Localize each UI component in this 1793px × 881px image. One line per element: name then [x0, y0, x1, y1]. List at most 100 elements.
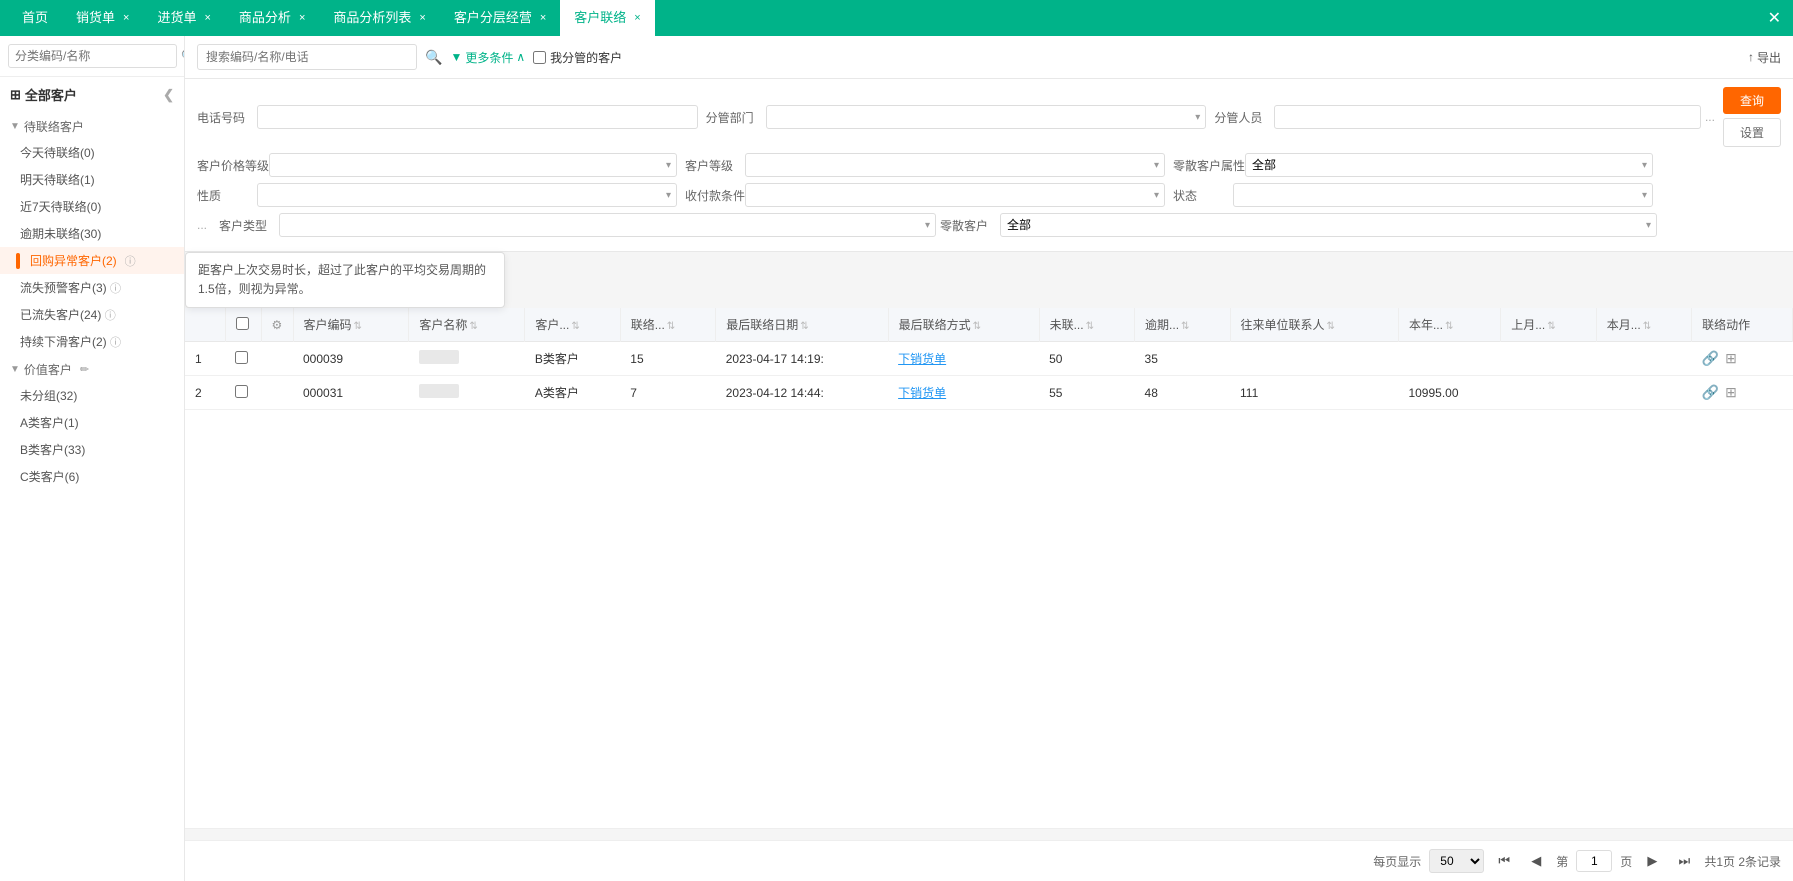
nav-customer-contact[interactable]: 客户联络 × [560, 0, 654, 36]
filter-retail-customer-select[interactable]: 全部 [1000, 213, 1657, 237]
nav-sales-close[interactable]: × [123, 0, 129, 36]
sidebar-search-input[interactable] [8, 44, 177, 68]
filter-manager-label: 分管人员 [1214, 109, 1274, 126]
table-settings-icon[interactable]: ⚙ [272, 318, 283, 332]
nav-customer-segment-close[interactable]: × [540, 0, 546, 36]
filter-payment-select[interactable] [745, 183, 1165, 207]
col-contact: 联络...⇅ [620, 308, 715, 342]
contact-method-link-1[interactable]: 下销货单 [898, 352, 946, 366]
cell-overdue-1: 35 [1135, 342, 1230, 376]
filter-customer-type-field: 客户类型 ▾ [219, 213, 936, 237]
last-page-btn[interactable]: ⏭ [1672, 849, 1696, 873]
sort-icon-method[interactable]: ⇅ [973, 321, 981, 332]
filter-row-3: 性质 ▾ 收付款条件 ▾ 状态 [197, 183, 1781, 207]
sidebar-item-class-b[interactable]: B类客户(33) [0, 436, 184, 463]
more-conditions-btn[interactable]: ▼ 更多条件 ∧ [450, 49, 525, 66]
sidebar-item-7days-contact[interactable]: 近7天待联络(0) [0, 193, 184, 220]
row-checkbox-1[interactable] [235, 351, 248, 364]
settings-button[interactable]: 设置 [1723, 118, 1781, 147]
sort-icon-date[interactable]: ⇅ [800, 321, 808, 332]
sort-icon-uncontacted[interactable]: ⇅ [1086, 321, 1094, 332]
cell-contact-2: 7 [620, 376, 715, 410]
cell-last-month-2 [1501, 376, 1596, 410]
nav-sales[interactable]: 销货单 × [62, 0, 143, 36]
cell-code-2: 000031 [293, 376, 409, 410]
export-icon: ↑ [1748, 50, 1754, 64]
more-icon[interactable]: ... [1705, 110, 1715, 124]
search-input[interactable] [197, 44, 417, 70]
sidebar-group-pending-contact[interactable]: ▼ 待联络客户 [0, 112, 184, 139]
col-name: 客户名称⇅ [409, 308, 525, 342]
link-icon-2[interactable]: 🔗 [1702, 384, 1719, 401]
edit-icon[interactable]: ✏ [80, 363, 89, 376]
prev-page-btn[interactable]: ◀ [1524, 849, 1548, 873]
nav-goods-analysis-list[interactable]: 商品分析列表 × [319, 0, 439, 36]
nav-purchase[interactable]: 进货单 × [143, 0, 224, 36]
filter-dept-select[interactable] [766, 105, 1207, 129]
filter-customer-type-select[interactable] [279, 213, 936, 237]
sidebar-item-today-contact[interactable]: 今天待联络(0) [0, 139, 184, 166]
sort-icon-overdue[interactable]: ⇅ [1181, 321, 1189, 332]
contact-method-link-2[interactable]: 下销货单 [898, 386, 946, 400]
sidebar-item-tomorrow-contact[interactable]: 明天待联络(1) [0, 166, 184, 193]
sort-icon-contact[interactable]: ⇅ [667, 321, 675, 332]
next-page-btn[interactable]: ▶ [1640, 849, 1664, 873]
sidebar-item-overdue-contact[interactable]: 逾期未联络(30) [0, 220, 184, 247]
sidebar-item-ungroup[interactable]: 未分组(32) [0, 382, 184, 409]
contact-icon-1[interactable]: ⊞ [1725, 350, 1737, 367]
filter-price-level-select[interactable] [269, 153, 677, 177]
more-dots[interactable]: ... [197, 218, 207, 232]
filter-manager-input[interactable] [1274, 105, 1701, 129]
sidebar-item-class-c[interactable]: C类客户(6) [0, 463, 184, 490]
sort-icon-name[interactable]: ⇅ [469, 321, 477, 332]
nav-customer-contact-close[interactable]: × [634, 0, 640, 36]
cell-last-month-1 [1501, 342, 1596, 376]
contact-icon-2[interactable]: ⊞ [1725, 384, 1737, 401]
nav-home[interactable]: 首页 [8, 0, 62, 36]
filter-gender-select[interactable] [257, 183, 677, 207]
sidebar-all-customers-header[interactable]: ⊞ 全部客户 ❮ [0, 77, 184, 112]
sidebar-item-repurchase-abnormal[interactable]: 回购异常客户(2) ⓘ [0, 247, 184, 274]
sidebar-item-declining[interactable]: 持续下滑客户(2) ⓘ [0, 328, 184, 355]
cell-uncontacted-1: 50 [1039, 342, 1134, 376]
sort-icon-last-month[interactable]: ⇅ [1547, 321, 1555, 332]
row-checkbox-2[interactable] [235, 385, 248, 398]
query-button[interactable]: 查询 [1723, 87, 1781, 114]
filter-phone-input[interactable] [257, 105, 698, 129]
filter-retail-attr-select[interactable]: 全部 [1245, 153, 1653, 177]
export-btn[interactable]: ↑ 导出 [1748, 49, 1781, 66]
page-size-select[interactable]: 50 20 100 [1429, 849, 1484, 873]
sidebar-collapse-icon[interactable]: ❮ [163, 87, 174, 103]
filter-status-select[interactable] [1233, 183, 1653, 207]
filter-customer-level-select[interactable] [745, 153, 1165, 177]
select-all-checkbox[interactable] [236, 317, 249, 330]
filter-customer-type-label: 客户类型 [219, 217, 279, 234]
nav-goods-analysis-list-close[interactable]: × [419, 0, 425, 36]
sidebar-item-churn-warning[interactable]: 流失预警客户(3) ⓘ [0, 274, 184, 301]
nav-purchase-close[interactable]: × [204, 0, 210, 36]
nav-goods-analysis[interactable]: 商品分析 × [225, 0, 319, 36]
first-page-btn[interactable]: ⏮ [1492, 849, 1516, 873]
horizontal-scrollbar[interactable] [185, 828, 1793, 840]
page-input[interactable] [1576, 850, 1612, 872]
page-suffix-label: 页 [1620, 853, 1632, 870]
sidebar-item-churned[interactable]: 已流失客户(24) ⓘ [0, 301, 184, 328]
nav-goods-analysis-close[interactable]: × [299, 0, 305, 36]
col-settings: ⚙ [261, 308, 293, 342]
sort-icon-unit[interactable]: ⇅ [1327, 321, 1335, 332]
link-icon-1[interactable]: 🔗 [1702, 350, 1719, 367]
sort-icon-type[interactable]: ⇅ [571, 321, 579, 332]
sidebar-group-value-customer[interactable]: ▼ 价值客户 ✏ [0, 355, 184, 382]
app-close-button[interactable]: ✕ [1768, 8, 1781, 28]
sort-icon-code[interactable]: ⇅ [354, 321, 362, 332]
sort-icon-this-month[interactable]: ⇅ [1643, 321, 1651, 332]
top-navigation: 首页 销货单 × 进货单 × 商品分析 × 商品分析列表 × 客户分层经营 × … [0, 0, 1793, 36]
info-icon-3: ⓘ [105, 310, 116, 322]
my-customer-checkbox-label[interactable]: 我分管的客户 [533, 49, 622, 66]
my-customer-checkbox[interactable] [533, 51, 546, 64]
sort-icon-year[interactable]: ⇅ [1445, 321, 1453, 332]
filter-icon: ▼ [450, 50, 462, 64]
nav-customer-segment[interactable]: 客户分层经营 × [440, 0, 560, 36]
sidebar-item-class-a[interactable]: A类客户(1) [0, 409, 184, 436]
table-row: 2 000031 A类客户 7 2023-04-12 14:44: 下销货单 5… [185, 376, 1793, 410]
